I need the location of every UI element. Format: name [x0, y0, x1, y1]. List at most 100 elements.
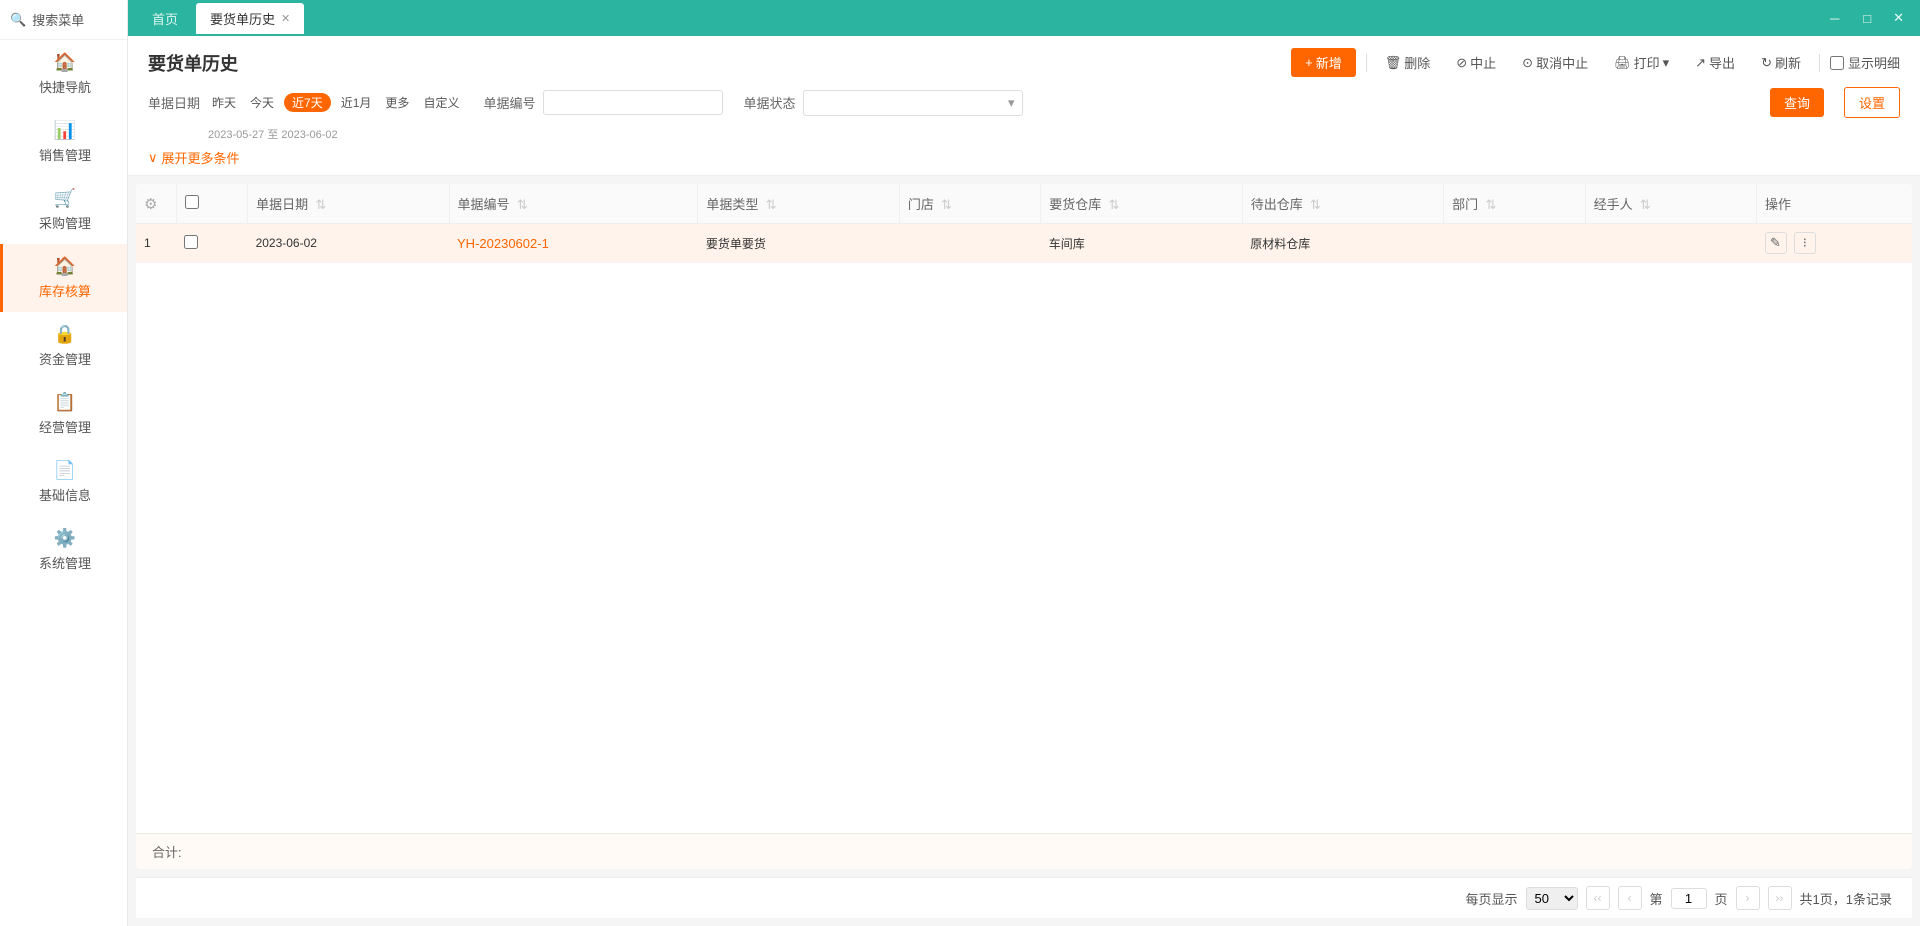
data-table: ⚙ 单据日期 ⇅ 单据编号 ⇅ 单据类型: [136, 184, 1912, 263]
summary-label: 合计:: [152, 845, 182, 860]
search-button[interactable]: 查询: [1770, 88, 1824, 117]
orderno-link[interactable]: YH-20230602-1: [457, 236, 549, 251]
td-store: [899, 224, 1040, 263]
display-detail-checkbox[interactable]: [1830, 56, 1844, 70]
export-button[interactable]: ↗ 导出: [1687, 49, 1743, 76]
table-body: 1 2023-06-02 YH-20230602-1 要货单要货 车间库 原材料…: [136, 224, 1912, 263]
table-row: 1 2023-06-02 YH-20230602-1 要货单要货 车间库 原材料…: [136, 224, 1912, 263]
th-orderno-sort[interactable]: ⇅: [517, 197, 528, 212]
refresh-button[interactable]: ↻ 刷新: [1753, 49, 1809, 76]
sidebar-item-system[interactable]: ⚙️ 系统管理: [0, 516, 127, 584]
tab-requisition-label: 要货单历史: [210, 9, 275, 28]
orderno-input[interactable]: [543, 90, 723, 115]
delete-icon: 🗑: [1385, 55, 1402, 71]
sidebar-item-finance[interactable]: 🔒 资金管理: [0, 312, 127, 380]
row-more-icon[interactable]: ⁝: [1794, 232, 1816, 254]
new-button[interactable]: + 新增: [1291, 48, 1356, 77]
tab-close-icon[interactable]: ✕: [281, 12, 290, 25]
row-edit-icon[interactable]: ✎: [1765, 232, 1787, 254]
status-label: 单据状态: [743, 93, 795, 112]
pg-label-before: 第: [1650, 889, 1663, 908]
th-ordertype-sort[interactable]: ⇅: [766, 197, 777, 212]
select-all-checkbox[interactable]: [185, 195, 199, 209]
th-handler-sort[interactable]: ⇅: [1640, 197, 1651, 212]
th-handler-label: 经手人: [1594, 197, 1633, 212]
export-label: 导出: [1709, 53, 1735, 72]
page-header: 要货单历史 + 新增 🗑 删除 ⊘ 中止: [128, 36, 1920, 176]
expand-row: ∨ 展开更多条件: [148, 148, 1900, 167]
tab-requisition-history[interactable]: 要货单历史 ✕: [196, 3, 304, 34]
pg-current-input[interactable]: [1671, 888, 1707, 909]
refresh-label: 刷新: [1775, 53, 1801, 72]
cancel-suspend-icon: ⊙: [1522, 55, 1533, 71]
tab-home[interactable]: 首页: [138, 3, 192, 34]
filter-area: 单据日期 昨天 今天 近7天 近1月 更多 自定义 单据编号: [148, 87, 1900, 167]
sidebar-item-purchase[interactable]: 🛒 采购管理: [0, 176, 127, 244]
shortcut-7days[interactable]: 近7天: [284, 93, 331, 112]
filter-orderno-group: 单据编号: [483, 90, 723, 115]
cancel-suspend-button[interactable]: ⊙ 取消中止: [1514, 49, 1596, 76]
sidebar-item-label: 快捷导航: [39, 77, 91, 96]
purchase-icon: 🛒: [54, 188, 76, 209]
pg-next-button[interactable]: ›: [1736, 886, 1760, 910]
sidebar-item-label: 库存核算: [39, 281, 91, 300]
shortcut-1month[interactable]: 近1月: [337, 93, 376, 112]
th-department-label: 部门: [1452, 197, 1478, 212]
sidebar-item-basic-info[interactable]: 📄 基础信息: [0, 448, 127, 516]
orderno-label: 单据编号: [483, 93, 535, 112]
th-date: 单据日期 ⇅: [248, 184, 449, 224]
close-button[interactable]: ✕: [1887, 8, 1910, 28]
shortcut-more[interactable]: 更多: [381, 93, 413, 112]
td-operation: ✎ ⁝: [1757, 224, 1913, 263]
th-pending-warehouse: 待出仓库 ⇅: [1242, 184, 1443, 224]
pg-prev-button[interactable]: ‹: [1618, 886, 1642, 910]
th-req-warehouse-label: 要货仓库: [1049, 197, 1101, 212]
minimize-button[interactable]: －: [1822, 7, 1847, 30]
maximize-button[interactable]: □: [1857, 9, 1877, 28]
print-button[interactable]: 🖨 打印 ▾: [1606, 49, 1677, 76]
expand-label: 展开更多条件: [162, 148, 240, 167]
th-date-sort[interactable]: ⇅: [315, 197, 326, 212]
date-filter-label: 单据日期: [148, 93, 200, 112]
divider-1: [1366, 54, 1367, 72]
table-footer: 合计:: [136, 833, 1912, 869]
display-detail-toggle[interactable]: 显示明细: [1830, 53, 1900, 72]
th-handler: 经手人 ⇅: [1585, 184, 1756, 224]
sidebar-item-operations[interactable]: 📋 经营管理: [0, 380, 127, 448]
shortcut-custom[interactable]: 自定义: [419, 93, 463, 112]
per-page-select[interactable]: 20 50 100: [1526, 887, 1578, 910]
th-pending-warehouse-sort[interactable]: ⇅: [1310, 197, 1321, 212]
th-store-sort[interactable]: ⇅: [941, 197, 952, 212]
th-store-label: 门店: [908, 197, 934, 212]
th-date-label: 单据日期: [256, 197, 308, 212]
th-settings[interactable]: ⚙: [136, 184, 176, 224]
settings-btn-label: 设置: [1859, 93, 1885, 112]
shortcut-today[interactable]: 今天: [246, 93, 278, 112]
tab-home-label: 首页: [152, 9, 178, 28]
th-department-sort[interactable]: ⇅: [1486, 197, 1497, 212]
shortcut-yesterday[interactable]: 昨天: [208, 93, 240, 112]
basic-info-icon: 📄: [54, 460, 76, 481]
settings-button[interactable]: 设置: [1844, 87, 1900, 118]
expand-button[interactable]: ∨ 展开更多条件: [148, 148, 1900, 167]
th-checkbox: [176, 184, 248, 224]
th-req-warehouse-sort[interactable]: ⇅: [1109, 197, 1120, 212]
row-checkbox[interactable]: [184, 235, 198, 249]
sidebar-item-quick-nav[interactable]: 🏠 快捷导航: [0, 40, 127, 108]
td-num: 1: [136, 224, 176, 263]
status-select[interactable]: ▾: [803, 90, 1023, 116]
td-ordertype: 要货单要货: [698, 224, 899, 263]
suspend-button[interactable]: ⊘ 中止: [1448, 49, 1504, 76]
table-header-row: ⚙ 单据日期 ⇅ 单据编号 ⇅ 单据类型: [136, 184, 1912, 224]
pg-first-button[interactable]: ‹‹: [1586, 886, 1610, 910]
expand-icon: ∨: [148, 150, 158, 166]
divider-2: [1819, 54, 1820, 72]
pg-last-button[interactable]: ››: [1768, 886, 1792, 910]
sidebar-item-inventory[interactable]: 🏠 库存核算: [0, 244, 127, 312]
sidebar-search[interactable]: 🔍 搜索菜单: [0, 0, 127, 40]
refresh-icon: ↻: [1761, 55, 1772, 71]
td-checkbox: [176, 224, 248, 263]
page-title-row: 要货单历史 + 新增 🗑 删除 ⊘ 中止: [148, 48, 1900, 77]
delete-button[interactable]: 🗑 删除: [1377, 49, 1439, 76]
sidebar-item-sales[interactable]: 📊 销售管理: [0, 108, 127, 176]
